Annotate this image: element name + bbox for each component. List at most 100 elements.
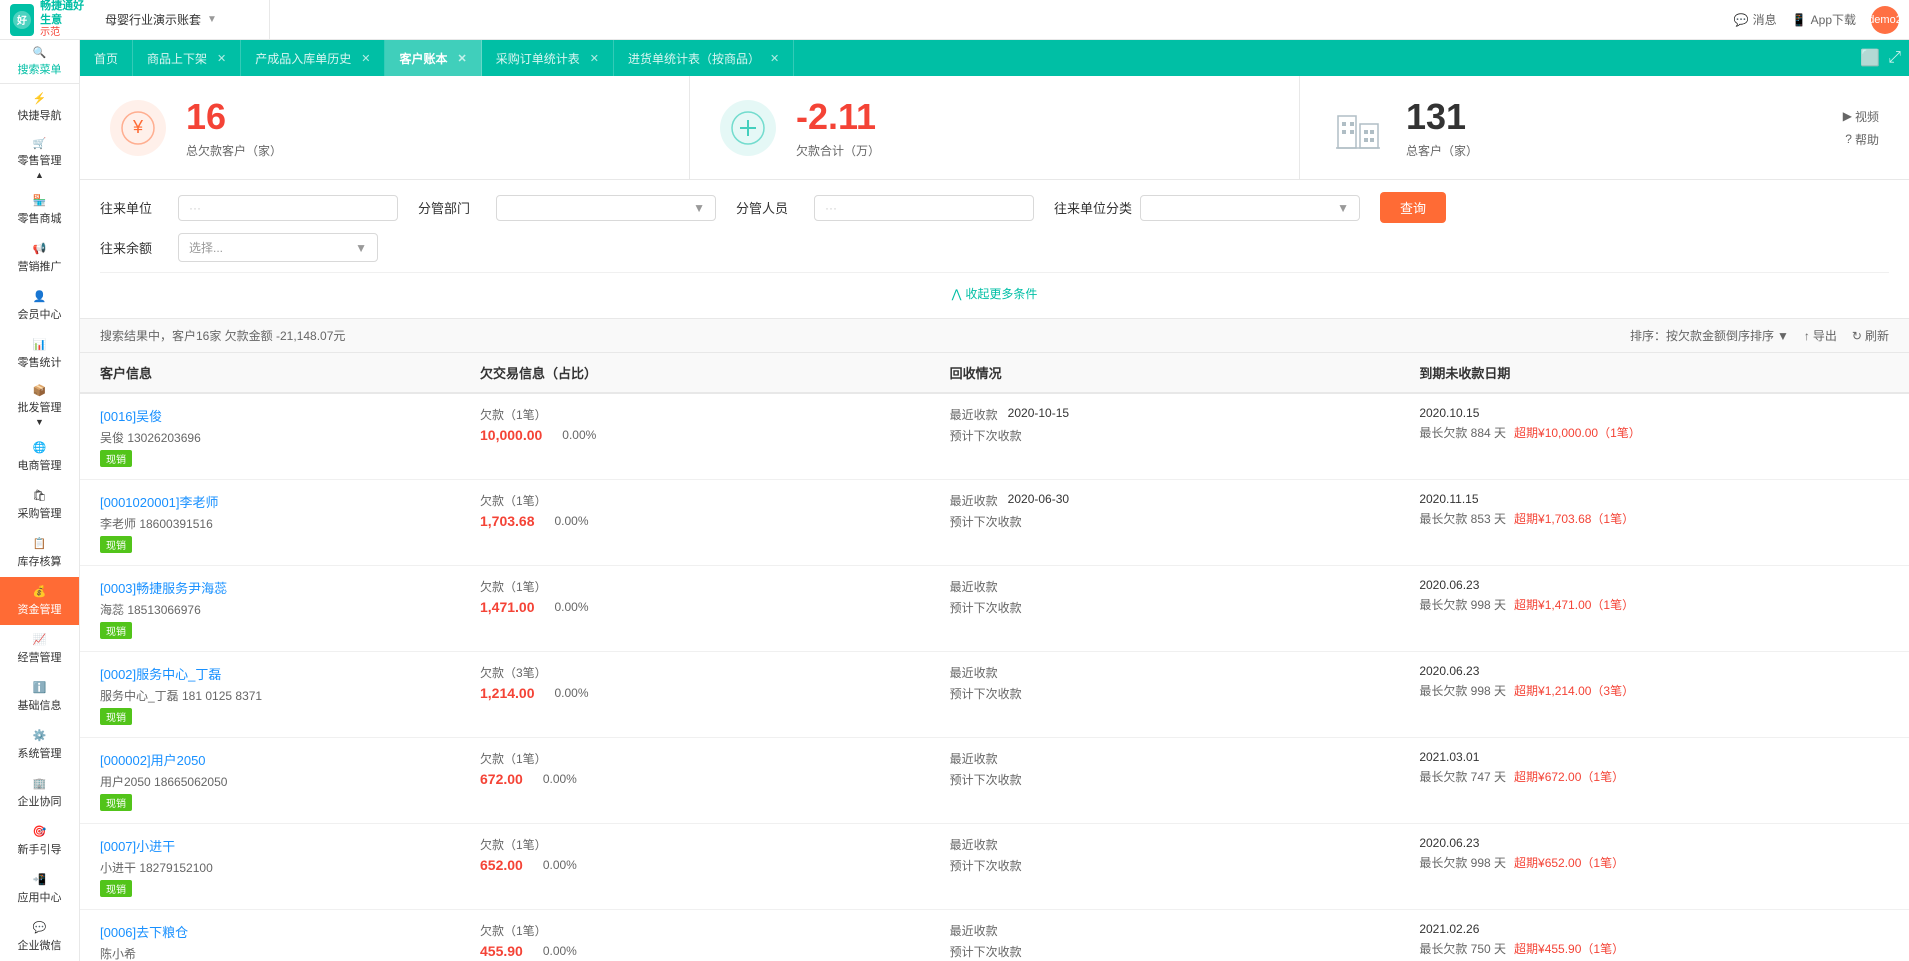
refresh-btn[interactable]: ↻ 刷新 <box>1852 327 1889 344</box>
tab-close-purchase-stats[interactable]: ✕ <box>770 52 779 65</box>
customer-name-1[interactable]: [0001020001]李老师 <box>100 492 470 511</box>
debt-desc-0: 欠款（1笔） <box>480 406 940 423</box>
sidebar-item-member[interactable]: 👤 会员中心 <box>0 282 79 330</box>
overdue-amount-1[interactable]: 超期¥1,703.68（1笔） <box>1514 510 1634 527</box>
tab-product-history[interactable]: 产成品入库单历史 ✕ <box>241 40 385 76</box>
due-date-2: 2020.06.23 <box>1419 578 1879 592</box>
debt-amount-3[interactable]: 1,214.00 <box>480 685 535 701</box>
sort-select[interactable]: 排序：按欠款金额倒序排序 ▼ <box>1630 327 1789 344</box>
tab-customer-account[interactable]: 客户账本 ✕ <box>385 40 481 76</box>
tab-close-product-shelf[interactable]: ✕ <box>217 52 226 65</box>
customer-name-2[interactable]: [0003]畅捷服务尹海蕊 <box>100 578 470 597</box>
customer-name-4[interactable]: [000002]用户2050 <box>100 750 470 769</box>
app-download-btn[interactable]: 📱 App下载 <box>1792 11 1856 28</box>
sidebar-item-batch-mgmt[interactable]: 📦 批发管理 ▼ <box>0 378 79 433</box>
sidebar-item-marketing[interactable]: 📢 营销推广 <box>0 234 79 282</box>
unit-category-select[interactable]: ▼ <box>1140 195 1360 221</box>
quick-nav-icon: ⚡ <box>33 92 47 105</box>
filter-row-2: 往来余额 选择... ▼ <box>100 233 1889 262</box>
customer-name-6[interactable]: [0006]去下粮仓 <box>100 922 470 941</box>
last-payment-date-1: 2020-06-30 <box>1008 492 1069 509</box>
dept-select[interactable]: ▼ <box>496 195 716 221</box>
query-button[interactable]: 查询 <box>1380 192 1446 223</box>
customer-name-5[interactable]: [0007]小进干 <box>100 836 470 855</box>
header-customer-info: 客户信息 <box>100 363 480 382</box>
sidebar-item-enterprise-wechat[interactable]: 💬 企业微信 <box>0 913 79 961</box>
sidebar-item-finance[interactable]: 💰 资金管理 <box>0 577 79 625</box>
debt-desc-5: 欠款（1笔） <box>480 836 940 853</box>
content-area: 首页 商品上下架 ✕ 产成品入库单历史 ✕ 客户账本 ✕ 采购订单统计表 ✕ 进… <box>80 40 1909 961</box>
sidebar-label-enterprise: 企业协同 <box>18 793 62 809</box>
overdue-amount-0[interactable]: 超期¥10,000.00（1笔） <box>1514 424 1641 441</box>
export-btn[interactable]: ↑ 导出 <box>1804 327 1837 344</box>
tab-purchase-order[interactable]: 采购订单统计表 ✕ <box>482 40 614 76</box>
help-btn[interactable]: ? 帮助 <box>1845 131 1879 148</box>
overdue-days-0: 最长欠款 884 天 <box>1419 424 1506 441</box>
cell-recovery-2: 最近收款 预计下次收款 <box>950 578 1420 639</box>
store-selector[interactable]: 母婴行业演示账套 ▼ <box>90 0 270 40</box>
user-profile[interactable]: demo2 <box>1871 6 1899 34</box>
customer-name-3[interactable]: [0002]服务中心_丁磊 <box>100 664 470 683</box>
cell-recovery-5: 最近收款 预计下次收款 <box>950 836 1420 897</box>
debt-amount-5[interactable]: 652.00 <box>480 857 523 873</box>
filter-from-unit: 往来单位 ··· <box>100 195 398 221</box>
unit-category-label: 往来单位分类 <box>1054 198 1132 217</box>
debt-amount-6[interactable]: 455.90 <box>480 943 523 959</box>
overdue-amount-5[interactable]: 超期¥652.00（1笔） <box>1514 854 1624 871</box>
overdue-days-5: 最长欠款 998 天 <box>1419 854 1506 871</box>
debt-amount-4[interactable]: 672.00 <box>480 771 523 787</box>
overdue-amount-6[interactable]: 超期¥455.90（1笔） <box>1514 940 1624 957</box>
sidebar-label-system: 系统管理 <box>18 745 62 761</box>
overdue-amount-3[interactable]: 超期¥1,214.00（3笔） <box>1514 682 1634 699</box>
sidebar-item-retail-mgmt[interactable]: 🛒 零售管理 ▲ <box>0 131 79 186</box>
balance-select[interactable]: 选择... ▼ <box>178 233 378 262</box>
tab-maximize-btn[interactable]: ⤢ <box>1888 49 1901 67</box>
sidebar-item-retail-stats[interactable]: 📊 零售统计 <box>0 330 79 378</box>
sort-dropdown-icon: ▼ <box>1777 329 1789 343</box>
sidebar-item-app-center[interactable]: 📲 应用中心 <box>0 865 79 913</box>
view-video-btn[interactable]: ▶ 视频 <box>1843 108 1879 125</box>
tab-home[interactable]: 首页 <box>80 40 133 76</box>
overdue-amount-2[interactable]: 超期¥1,471.00（1笔） <box>1514 596 1634 613</box>
overdue-amount-4[interactable]: 超期¥672.00（1笔） <box>1514 768 1624 785</box>
collapse-icon: ⋀ <box>952 287 962 301</box>
sidebar-item-inventory[interactable]: 📋 库存核算 <box>0 529 79 577</box>
cell-debt-3: 欠款（3笔） 1,214.00 0.00% <box>480 664 950 725</box>
quick-nav[interactable]: ⚡ 快捷导航 <box>0 84 79 131</box>
debt-amount-1[interactable]: 1,703.68 <box>480 513 535 529</box>
last-payment-label-5: 最近收款 <box>950 836 998 853</box>
sidebar-item-ecommerce[interactable]: 🌐 电商管理 <box>0 433 79 481</box>
sidebar-item-basic-info[interactable]: ℹ️ 基础信息 <box>0 673 79 721</box>
message-btn[interactable]: 💬 消息 <box>1734 11 1777 28</box>
sidebar-item-operations[interactable]: 📈 经营管理 <box>0 625 79 673</box>
total-customers-label: 总客户（家） <box>1406 142 1478 159</box>
sidebar-item-retail-store[interactable]: 🏪 零售商城 <box>0 186 79 234</box>
header-due-date: 到期未收款日期 <box>1419 363 1889 382</box>
tab-close-product-history[interactable]: ✕ <box>361 52 370 65</box>
debt-ratio-6: 0.00% <box>543 944 577 958</box>
sidebar-item-newbie[interactable]: 🎯 新手引导 <box>0 817 79 865</box>
debt-amount-0[interactable]: 10,000.00 <box>480 427 542 443</box>
enterprise-icon: 🏢 <box>33 777 47 790</box>
tab-close-purchase-order[interactable]: ✕ <box>590 52 599 65</box>
operations-icon: 📈 <box>33 633 47 646</box>
collapse-btn[interactable]: ⋀ 收起更多条件 <box>948 281 1042 306</box>
tab-close-customer-account[interactable]: ✕ <box>458 52 467 65</box>
sidebar-item-system[interactable]: ⚙️ 系统管理 <box>0 721 79 769</box>
debt-amount-2[interactable]: 1,471.00 <box>480 599 535 615</box>
last-payment-label-4: 最近收款 <box>950 750 998 767</box>
next-payment-label-3: 预计下次收款 <box>950 685 1410 702</box>
filter-collapse-row: ⋀ 收起更多条件 <box>100 272 1889 306</box>
data-table: 客户信息 欠交易信息（占比） 回收情况 到期未收款日期 [0016]吴俊 吴俊 … <box>80 353 1909 961</box>
sidebar-item-purchase[interactable]: 🛍 采购管理 <box>0 481 79 529</box>
customer-name-0[interactable]: [0016]吴俊 <box>100 406 470 425</box>
tab-purchase-stats[interactable]: 进货单统计表（按商品） ✕ <box>614 40 794 76</box>
tab-product-shelf[interactable]: 商品上下架 ✕ <box>133 40 241 76</box>
from-unit-input[interactable]: ··· <box>178 195 398 221</box>
tab-minimize-btn[interactable]: ⬜ <box>1860 48 1880 68</box>
filter-unit-category: 往来单位分类 ▼ <box>1054 195 1360 221</box>
person-input[interactable]: ··· <box>814 195 1034 221</box>
cell-recovery-0: 最近收款 2020-10-15 预计下次收款 <box>950 406 1420 467</box>
search-menu[interactable]: 🔍 搜索菜单 <box>0 40 79 84</box>
sidebar-item-enterprise[interactable]: 🏢 企业协同 <box>0 769 79 817</box>
